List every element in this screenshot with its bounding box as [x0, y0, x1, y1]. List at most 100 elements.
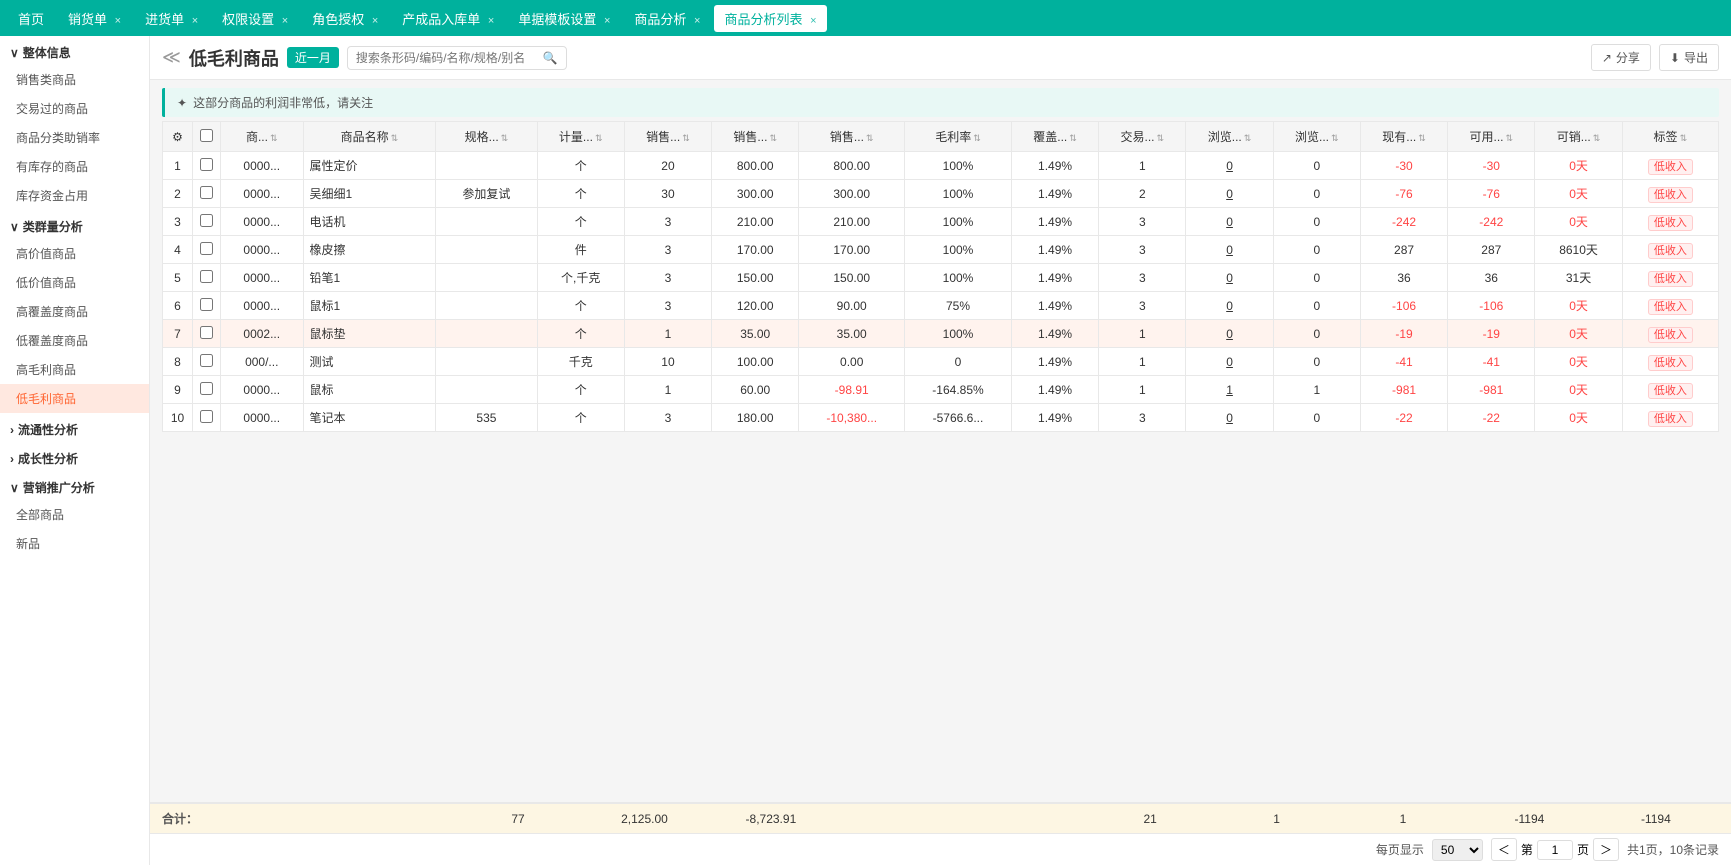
row-checkbox[interactable] — [200, 242, 213, 255]
close-product-entry-icon[interactable]: × — [488, 15, 494, 27]
nav-item-home[interactable]: 首页 — [8, 5, 54, 32]
cell-browse1[interactable]: 0 — [1186, 236, 1273, 264]
sort-arrows-saleable[interactable]: ⇅ — [1593, 133, 1601, 144]
search-box[interactable]: 🔍 — [347, 46, 567, 70]
next-page-button[interactable]: ＞ — [1593, 838, 1619, 861]
th-coverage[interactable]: 覆盖...⇅ — [1011, 122, 1098, 152]
cell-browse1[interactable]: 0 — [1186, 180, 1273, 208]
sidebar-item-high-margin[interactable]: 高毛利商品 — [0, 355, 149, 384]
close-template-icon[interactable]: × — [604, 15, 610, 27]
close-analysis-list-icon[interactable]: × — [810, 15, 816, 27]
cell-name[interactable]: 测试 — [303, 348, 436, 376]
th-checkbox[interactable] — [193, 122, 221, 152]
sort-arrows-tag[interactable]: ⇅ — [1680, 133, 1688, 144]
cell-name[interactable]: 属性定价 — [303, 152, 436, 180]
nav-item-permission[interactable]: 权限设置 × — [212, 5, 298, 32]
th-tag[interactable]: 标签⇅ — [1622, 122, 1718, 152]
collapse-sidebar-btn[interactable]: ≪ — [162, 47, 181, 68]
browse1-link[interactable]: 0 — [1226, 159, 1233, 173]
nav-item-sales[interactable]: 销货单 × — [58, 5, 131, 32]
prev-page-button[interactable]: ＜ — [1491, 838, 1517, 861]
sidebar-item-all-goods[interactable]: 全部商品 — [0, 500, 149, 529]
cell-browse1[interactable]: 0 — [1186, 320, 1273, 348]
th-sales-amount[interactable]: 销售...⇅ — [712, 122, 799, 152]
close-sales-icon[interactable]: × — [115, 15, 121, 27]
th-trade[interactable]: 交易...⇅ — [1099, 122, 1186, 152]
close-role-icon[interactable]: × — [372, 15, 378, 27]
sort-arrows-trade[interactable]: ⇅ — [1157, 133, 1165, 144]
th-unit[interactable]: 计量...⇅ — [537, 122, 624, 152]
cell-name[interactable]: 电话机 — [303, 208, 436, 236]
cell-name[interactable]: 吴细细1 — [303, 180, 436, 208]
cell-browse1[interactable]: 0 — [1186, 152, 1273, 180]
sidebar-item-category-rate[interactable]: 商品分类助销率 — [0, 123, 149, 152]
sort-arrows-spec[interactable]: ⇅ — [501, 133, 509, 144]
search-icon[interactable]: 🔍 — [543, 51, 558, 65]
sidebar-item-high-value[interactable]: 高价值商品 — [0, 239, 149, 268]
nav-item-role[interactable]: 角色授权 × — [302, 5, 388, 32]
sidebar-item-high-coverage[interactable]: 高覆盖度商品 — [0, 297, 149, 326]
cell-checkbox[interactable] — [193, 180, 221, 208]
close-permission-icon[interactable]: × — [282, 15, 288, 27]
row-checkbox[interactable] — [200, 410, 213, 423]
th-gross-margin[interactable]: 毛利率⇅ — [905, 122, 1012, 152]
browse1-link[interactable]: 0 — [1226, 327, 1233, 341]
th-browse2[interactable]: 浏览...⇅ — [1273, 122, 1360, 152]
cell-browse1[interactable]: 0 — [1186, 404, 1273, 432]
sort-arrows-browse1[interactable]: ⇅ — [1244, 133, 1252, 144]
row-checkbox[interactable] — [200, 326, 213, 339]
cell-checkbox[interactable] — [193, 320, 221, 348]
sidebar-item-low-margin[interactable]: 低毛利商品 — [0, 384, 149, 413]
browse1-link[interactable]: 0 — [1226, 187, 1233, 201]
settings-icon[interactable]: ⚙ — [172, 130, 183, 144]
search-input[interactable] — [356, 51, 539, 65]
sort-arrows-stock[interactable]: ⇅ — [1418, 133, 1426, 144]
row-checkbox[interactable] — [200, 298, 213, 311]
sidebar-group-marketing[interactable]: ∨ 营销推广分析 — [0, 471, 149, 500]
select-all-checkbox[interactable] — [200, 129, 213, 142]
browse1-link[interactable]: 0 — [1226, 355, 1233, 369]
sort-arrows-gross-margin[interactable]: ⇅ — [973, 133, 981, 144]
share-button[interactable]: ↗ 分享 — [1591, 44, 1651, 71]
browse1-link[interactable]: 0 — [1226, 411, 1233, 425]
browse1-link[interactable]: 0 — [1226, 243, 1233, 257]
browse1-link[interactable]: 1 — [1226, 383, 1233, 397]
sort-arrows-browse2[interactable]: ⇅ — [1331, 133, 1339, 144]
browse1-link[interactable]: 0 — [1226, 299, 1233, 313]
sidebar-group-growth[interactable]: › 成长性分析 — [0, 442, 149, 471]
sort-arrows-sales-amount[interactable]: ⇅ — [769, 133, 777, 144]
cell-checkbox[interactable] — [193, 208, 221, 236]
row-checkbox[interactable] — [200, 382, 213, 395]
sidebar-item-sales-goods[interactable]: 销售类商品 — [0, 65, 149, 94]
nav-item-analysis[interactable]: 商品分析 × — [624, 5, 710, 32]
sort-arrows-code[interactable]: ⇅ — [270, 133, 278, 144]
cell-name[interactable]: 鼠标垫 — [303, 320, 436, 348]
sidebar-item-new-goods[interactable]: 新品 — [0, 529, 149, 558]
browse1-link[interactable]: 0 — [1226, 271, 1233, 285]
cell-checkbox[interactable] — [193, 264, 221, 292]
close-purchase-icon[interactable]: × — [192, 15, 198, 27]
sidebar-group-overall[interactable]: ∨ 整体信息 — [0, 36, 149, 65]
th-browse1[interactable]: 浏览...⇅ — [1186, 122, 1273, 152]
th-stock[interactable]: 现有...⇅ — [1360, 122, 1447, 152]
sidebar-group-flow[interactable]: › 流通性分析 — [0, 413, 149, 442]
th-sales-qty[interactable]: 销售...⇅ — [624, 122, 711, 152]
sidebar-group-cluster[interactable]: ∨ 类群量分析 — [0, 210, 149, 239]
nav-item-purchase[interactable]: 进货单 × — [135, 5, 208, 32]
row-checkbox[interactable] — [200, 354, 213, 367]
cell-name[interactable]: 橡皮擦 — [303, 236, 436, 264]
cell-browse1[interactable]: 0 — [1186, 208, 1273, 236]
th-sales-profit[interactable]: 销售...⇅ — [799, 122, 905, 152]
close-analysis-icon[interactable]: × — [694, 15, 700, 27]
sidebar-item-low-value[interactable]: 低价值商品 — [0, 268, 149, 297]
sort-arrows-unit[interactable]: ⇅ — [595, 133, 603, 144]
cell-checkbox[interactable] — [193, 236, 221, 264]
th-settings[interactable]: ⚙ — [163, 122, 193, 152]
th-spec[interactable]: 规格...⇅ — [436, 122, 537, 152]
cell-checkbox[interactable] — [193, 376, 221, 404]
cell-checkbox[interactable] — [193, 152, 221, 180]
sidebar-item-low-coverage[interactable]: 低覆盖度商品 — [0, 326, 149, 355]
browse1-link[interactable]: 0 — [1226, 215, 1233, 229]
cell-name[interactable]: 鼠标1 — [303, 292, 436, 320]
cell-checkbox[interactable] — [193, 404, 221, 432]
